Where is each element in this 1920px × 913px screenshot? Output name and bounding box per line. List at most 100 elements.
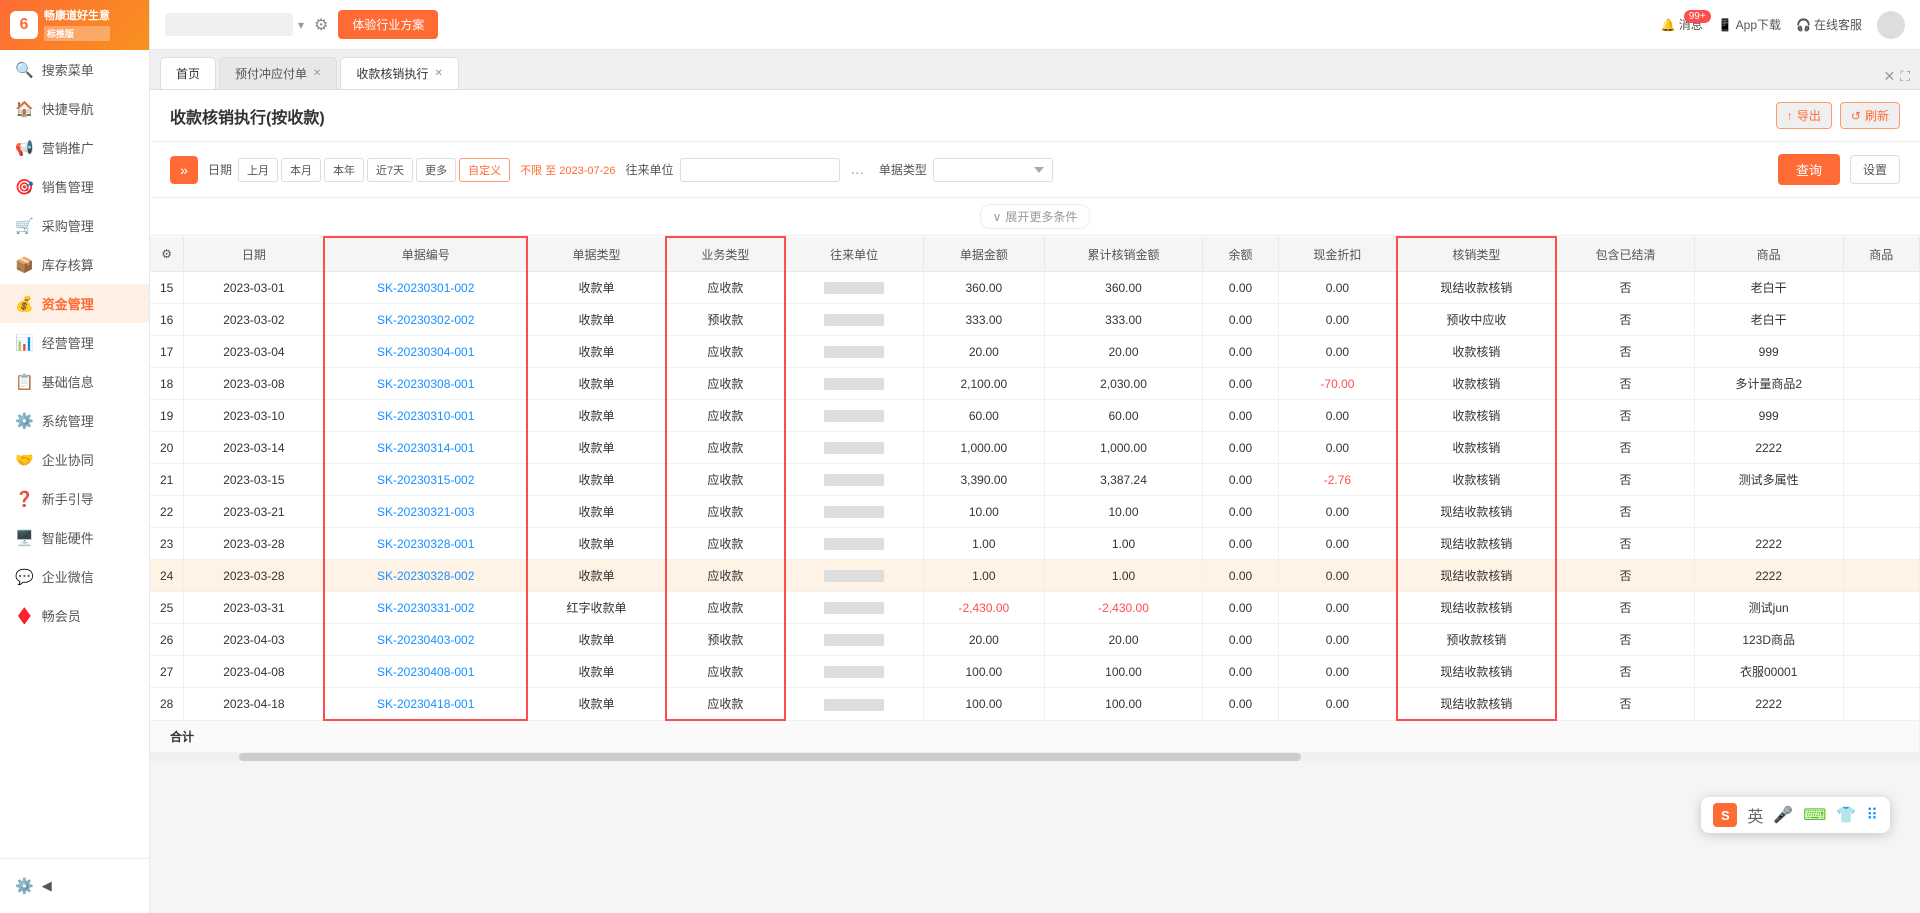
sn-link[interactable]: SK-20230331-002 — [377, 601, 474, 615]
sidebar-item-member[interactable]: ♦️ 畅会员 — [0, 596, 149, 635]
sidebar-item-marketing[interactable]: 📢 营销推广 — [0, 128, 149, 167]
more-date-btn[interactable]: 更多 — [416, 158, 456, 182]
sidebar-item-label: 企业微信 — [42, 567, 94, 586]
sidebar-item-finance[interactable]: 💰 资金管理 — [0, 284, 149, 323]
sidebar-item-label: 资金管理 — [42, 294, 94, 313]
table-row: 15 2023-03-01 SK-20230301-002 收款单 应收款 36… — [150, 272, 1920, 304]
sn-link[interactable]: SK-20230403-002 — [377, 633, 474, 647]
custom-date-btn[interactable]: 自定义 — [459, 158, 510, 182]
cell-biz-type: 应收款 — [666, 464, 785, 496]
industry-btn[interactable]: 体验行业方案 — [338, 10, 438, 39]
cell-voucher-type: 收款单 — [527, 560, 666, 592]
expand-conditions-btn[interactable]: ∨ 展开更多条件 — [980, 204, 1091, 229]
tab-close-all-icon[interactable]: ✕ — [1883, 68, 1895, 85]
sidebar-item-label: 营销推广 — [42, 138, 94, 157]
cell-voucher-type: 收款单 — [527, 624, 666, 656]
last-month-btn[interactable]: 上月 — [238, 158, 278, 182]
tab-prepay[interactable]: 预付冲应付单 ✕ — [219, 57, 337, 89]
this-year-btn[interactable]: 本年 — [324, 158, 364, 182]
last-7days-btn[interactable]: 近7天 — [367, 158, 413, 182]
apps-icon[interactable]: ⠿ — [1866, 805, 1878, 825]
cell-discount: 0.00 — [1279, 528, 1397, 560]
sn-link[interactable]: SK-20230408-001 — [377, 665, 474, 679]
sn-link[interactable]: SK-20230301-002 — [377, 281, 474, 295]
sn-link[interactable]: SK-20230321-003 — [377, 505, 474, 519]
counterparty-input[interactable] — [680, 158, 840, 182]
keyboard-icon[interactable]: ⌨ — [1803, 805, 1826, 825]
voucher-type-group: 单据类型 — [879, 158, 1053, 182]
cell-voucher-type: 收款单 — [527, 400, 666, 432]
sidebar-settings-btn[interactable]: ⚙️ ◀ — [0, 867, 149, 905]
sidebar-item-label: 新手引导 — [42, 489, 94, 508]
page-header: 收款核销执行(按收款) ↑ 导出 ↺ 刷新 — [150, 90, 1920, 142]
tab-home[interactable]: 首页 — [160, 57, 216, 89]
cell-date: 2023-03-01 — [184, 272, 325, 304]
workspace-selector[interactable]: ▾ — [165, 13, 304, 36]
export-btn[interactable]: ↑ 导出 — [1776, 102, 1832, 129]
counterparty-dots[interactable]: ... — [846, 161, 869, 179]
horizontal-scrollbar[interactable] — [150, 753, 1920, 761]
sidebar-item-basics[interactable]: 📋 基础信息 — [0, 362, 149, 401]
sidebar-item-search[interactable]: 🔍 搜索菜单 — [0, 50, 149, 89]
sn-link[interactable]: SK-20230310-001 — [377, 409, 474, 423]
online-service-btn[interactable]: 🎧 在线客服 — [1796, 16, 1862, 33]
cell-balance: 0.00 — [1202, 272, 1278, 304]
microphone-icon[interactable]: 🎤 — [1773, 805, 1793, 825]
sn-link[interactable]: SK-20230315-002 — [377, 473, 474, 487]
sn-link[interactable]: SK-20230302-002 — [377, 313, 474, 327]
sidebar-item-purchase[interactable]: 🛒 采购管理 — [0, 206, 149, 245]
voucher-type-select[interactable] — [933, 158, 1053, 182]
edition-badge: 标推版 — [44, 26, 110, 41]
bell-icon: 🔔 — [1661, 18, 1676, 32]
cell-no: 21 — [150, 464, 184, 496]
notification-btn[interactable]: 🔔 消息 99+ — [1661, 16, 1703, 33]
sn-link[interactable]: SK-20230418-001 — [377, 697, 474, 711]
cell-date: 2023-03-28 — [184, 528, 325, 560]
cell-product1: 衣服00001 — [1694, 656, 1843, 688]
this-month-btn[interactable]: 本月 — [281, 158, 321, 182]
header-gear-btn[interactable]: ⚙ — [314, 15, 328, 35]
tab-prepay-close[interactable]: ✕ — [313, 68, 321, 79]
col-product1: 商品 — [1694, 237, 1843, 272]
sidebar-item-sales[interactable]: 🎯 销售管理 — [0, 167, 149, 206]
sidebar-item-system[interactable]: ⚙️ 系统管理 — [0, 401, 149, 440]
cell-product2 — [1843, 304, 1919, 336]
tab-collection[interactable]: 收款核销执行 ✕ — [340, 57, 458, 89]
user-avatar[interactable] — [1877, 11, 1905, 39]
sn-link[interactable]: SK-20230308-001 — [377, 377, 474, 391]
sn-link[interactable]: SK-20230328-002 — [377, 569, 474, 583]
tab-controls: ✕ ⛶ — [1883, 68, 1910, 89]
app-download-btn[interactable]: 📱 App下载 — [1718, 16, 1781, 33]
shirt-icon[interactable]: 👕 — [1836, 805, 1856, 825]
sidebar-item-guide[interactable]: ❓ 新手引导 — [0, 479, 149, 518]
tab-home-label: 首页 — [176, 65, 200, 82]
filter-toggle-btn[interactable]: » — [170, 156, 198, 184]
cart-icon: 🛒 — [15, 217, 34, 235]
sidebar-item-collab[interactable]: 🤝 企业协同 — [0, 440, 149, 479]
cell-biz-type: 应收款 — [666, 272, 785, 304]
cell-counterparty — [785, 464, 923, 496]
filter-settings-btn[interactable]: 设置 — [1850, 155, 1900, 184]
voucher-type-label: 单据类型 — [879, 161, 927, 178]
sidebar-item-operations[interactable]: 📊 经营管理 — [0, 323, 149, 362]
tab-maximize-icon[interactable]: ⛶ — [1900, 68, 1910, 85]
sn-link[interactable]: SK-20230328-001 — [377, 537, 474, 551]
sn-link[interactable]: SK-20230304-001 — [377, 345, 474, 359]
scrollbar-thumb[interactable] — [239, 753, 1301, 761]
cell-balance: 0.00 — [1202, 304, 1278, 336]
cell-included: 否 — [1556, 336, 1694, 368]
query-btn[interactable]: 查询 — [1778, 154, 1840, 185]
cell-product1: 测试jun — [1694, 592, 1843, 624]
cell-included: 否 — [1556, 368, 1694, 400]
tab-collection-close[interactable]: ✕ — [434, 68, 442, 79]
refresh-btn[interactable]: ↺ 刷新 — [1840, 102, 1900, 129]
col-settings[interactable]: ⚙ — [150, 237, 184, 272]
sidebar-item-hardware[interactable]: 🖥️ 智能硬件 — [0, 518, 149, 557]
cell-discount: 0.00 — [1279, 688, 1397, 721]
cell-no: 23 — [150, 528, 184, 560]
sidebar-item-inventory[interactable]: 📦 库存核算 — [0, 245, 149, 284]
sn-link[interactable]: SK-20230314-001 — [377, 441, 474, 455]
sidebar-item-quicknav[interactable]: 🏠 快捷导航 — [0, 89, 149, 128]
sidebar-item-wechat[interactable]: 💬 企业微信 — [0, 557, 149, 596]
cell-voucher-type: 收款单 — [527, 272, 666, 304]
